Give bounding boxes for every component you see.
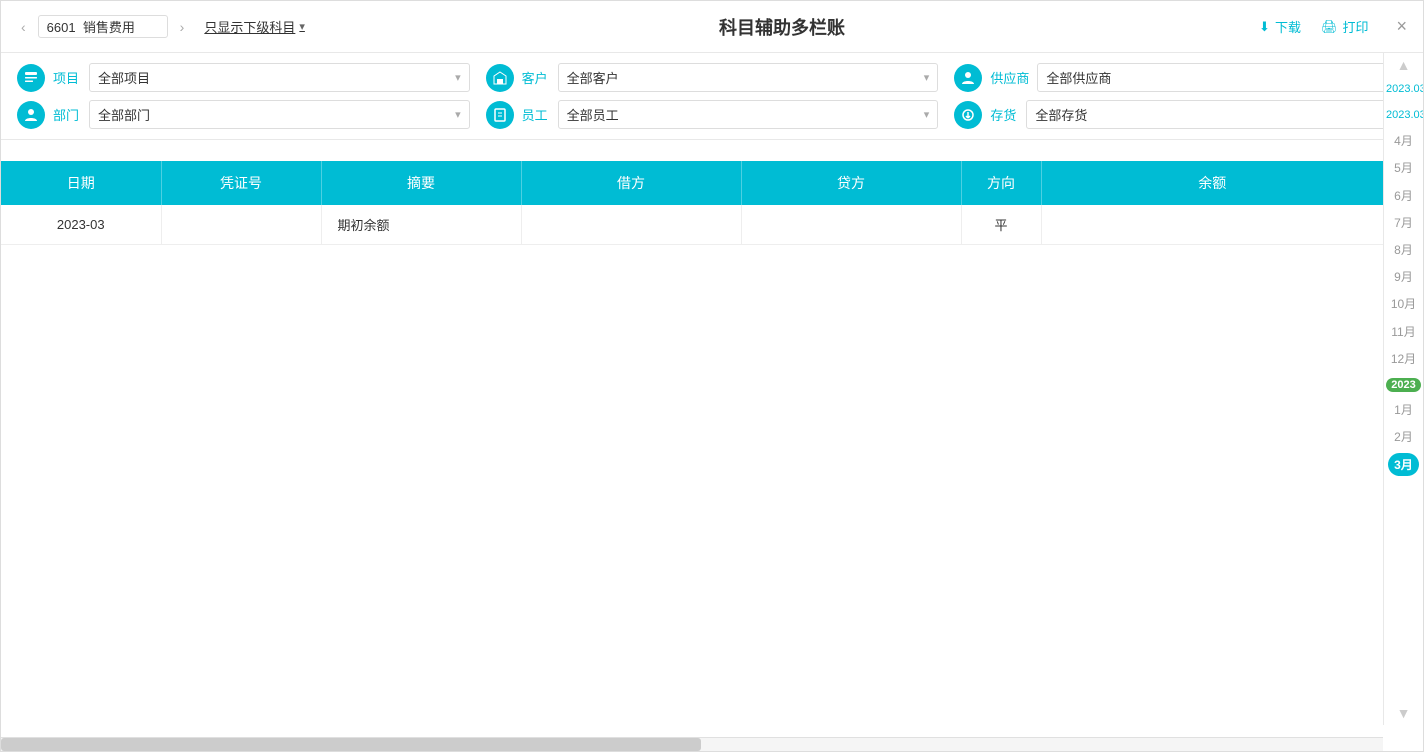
timeline-item-10[interactable]: 10月 (1384, 291, 1423, 318)
inventory-label: 存货 (990, 105, 1018, 124)
timeline-item-6[interactable]: 6月 (1384, 183, 1423, 210)
inventory-icon (954, 101, 982, 129)
data-table: 日期 凭证号 摘要 借方 贷方 方向 余额 2023-03 期初余额 平 (1, 161, 1383, 245)
col-summary: 摘要 (321, 161, 521, 205)
supplier-label: 供应商 (990, 68, 1029, 87)
employee-value: 全部员工 (567, 105, 619, 124)
account-code-box (38, 15, 168, 38)
nav-next-button[interactable]: › (176, 19, 189, 35)
employee-chevron: ▾ (924, 108, 930, 121)
project-value: 全部项目 (98, 68, 150, 87)
employee-label: 员工 (522, 105, 550, 124)
project-select[interactable]: 全部项目 ▾ (89, 63, 470, 92)
timeline-scroll-down[interactable]: ▼ (1384, 701, 1423, 725)
department-value: 全部部门 (98, 105, 150, 124)
cell-balance (1041, 205, 1383, 245)
filter-customer: 客户 全部客户 ▾ (486, 63, 939, 92)
timeline-item-8[interactable]: 8月 (1384, 237, 1423, 264)
supplier-value: 全部供应商 (1046, 68, 1111, 87)
timeline-item-9[interactable]: 9月 (1384, 264, 1423, 291)
col-debit: 借方 (521, 161, 741, 205)
inventory-select[interactable]: 全部存货 ▾ (1026, 100, 1407, 129)
col-direction: 方向 (961, 161, 1041, 205)
timeline-item-7[interactable]: 7月 (1384, 210, 1423, 237)
filter-department: 部门 全部部门 ▾ (17, 100, 470, 129)
bottom-scrollbar[interactable] (1, 737, 1383, 751)
inventory-value: 全部存货 (1035, 105, 1087, 124)
timeline-item-12[interactable]: 12月 (1384, 346, 1423, 373)
timeline-item-11[interactable]: 11月 (1384, 319, 1423, 346)
table-row: 2023-03 期初余额 平 (1, 205, 1383, 245)
only-show-label: 只显示下级科目 (204, 17, 295, 36)
filter-inventory: 存货 全部存货 ▾ (954, 100, 1407, 129)
supplier-icon (954, 64, 982, 92)
col-date: 日期 (1, 161, 161, 205)
customer-value: 全部客户 (567, 68, 619, 87)
filter-project: 项目 全部项目 ▾ (17, 63, 470, 92)
cell-voucher (161, 205, 321, 245)
close-button[interactable]: × (1396, 16, 1407, 37)
filter-bar: 项目 全部项目 ▾ 客户 全部客户 ▾ (1, 53, 1423, 140)
active-month-container: 3月 (1388, 453, 1419, 476)
scrollbar-thumb[interactable] (1, 738, 701, 751)
department-label: 部门 (53, 105, 81, 124)
account-code-input[interactable] (38, 15, 168, 38)
download-icon: ⬇ (1259, 19, 1270, 35)
page-title: 科目辅助多栏账 (305, 14, 1259, 40)
print-icon: 🖨 (1321, 19, 1338, 35)
nav-prev-button[interactable]: ‹ (17, 19, 30, 35)
download-label: 下载 (1275, 17, 1301, 36)
col-credit: 贷方 (741, 161, 961, 205)
project-icon (17, 64, 45, 92)
cell-date: 2023-03 (1, 205, 161, 245)
print-button[interactable]: 🖨 打印 (1321, 17, 1369, 36)
cell-debit (521, 205, 741, 245)
timeline-panel: ▲ 2023.03 2023.03 4月 5月 6月 7月 8月 9月 10月 … (1383, 53, 1423, 725)
download-button[interactable]: ⬇ 下载 (1259, 17, 1301, 36)
customer-label: 客户 (522, 68, 550, 87)
cell-credit (741, 205, 961, 245)
filter-employee: 员工 全部员工 ▾ (486, 100, 939, 129)
year-badge-container: 2023 (1386, 376, 1420, 394)
cell-summary: 期初余额 (321, 205, 521, 245)
timeline-item-2023-03-1[interactable]: 2023.03 (1384, 77, 1423, 103)
scroll-up-icon: ▲ (1397, 57, 1411, 73)
timeline-item-4[interactable]: 4月 (1384, 128, 1423, 155)
top-bar: ‹ › 只显示下级科目 ▾ 科目辅助多栏账 ⬇ 下载 🖨 打印 × (1, 1, 1423, 53)
supplier-select[interactable]: 全部供应商 ▾ (1037, 63, 1407, 92)
timeline-item-5[interactable]: 5月 (1384, 155, 1423, 182)
year-badge: 2023 (1386, 378, 1420, 392)
main-window: ‹ › 只显示下级科目 ▾ 科目辅助多栏账 ⬇ 下载 🖨 打印 × (0, 0, 1424, 752)
timeline-item-2[interactable]: 2月 (1384, 424, 1423, 451)
employee-select[interactable]: 全部员工 ▾ (558, 100, 939, 129)
content-area: 日期 凭证号 摘要 借方 贷方 方向 余额 2023-03 期初余额 平 (1, 161, 1383, 737)
top-actions: ⬇ 下载 🖨 打印 × (1259, 16, 1407, 37)
department-icon (17, 101, 45, 129)
employee-icon (486, 101, 514, 129)
table-body: 2023-03 期初余额 平 (1, 205, 1383, 245)
customer-select[interactable]: 全部客户 ▾ (558, 63, 939, 92)
department-select[interactable]: 全部部门 ▾ (89, 100, 470, 129)
timeline-item-3-active[interactable]: 3月 (1388, 453, 1419, 476)
only-show-select[interactable]: 只显示下级科目 ▾ (204, 17, 305, 36)
customer-chevron: ▾ (924, 71, 930, 84)
project-chevron: ▾ (455, 71, 461, 84)
filter-supplier: 供应商 全部供应商 ▾ (954, 63, 1407, 92)
scroll-down-icon: ▼ (1397, 705, 1411, 721)
timeline-item-1[interactable]: 1月 (1384, 397, 1423, 424)
timeline-item-2023-03-2[interactable]: 2023.03 (1384, 103, 1423, 129)
col-voucher: 凭证号 (161, 161, 321, 205)
print-label: 打印 (1342, 17, 1368, 36)
customer-icon (486, 64, 514, 92)
timeline-scroll-up[interactable]: ▲ (1384, 53, 1423, 77)
cell-direction: 平 (961, 205, 1041, 245)
department-chevron: ▾ (455, 108, 461, 121)
project-label: 项目 (53, 68, 81, 87)
table-header: 日期 凭证号 摘要 借方 贷方 方向 余额 (1, 161, 1383, 205)
col-balance: 余额 (1041, 161, 1383, 205)
